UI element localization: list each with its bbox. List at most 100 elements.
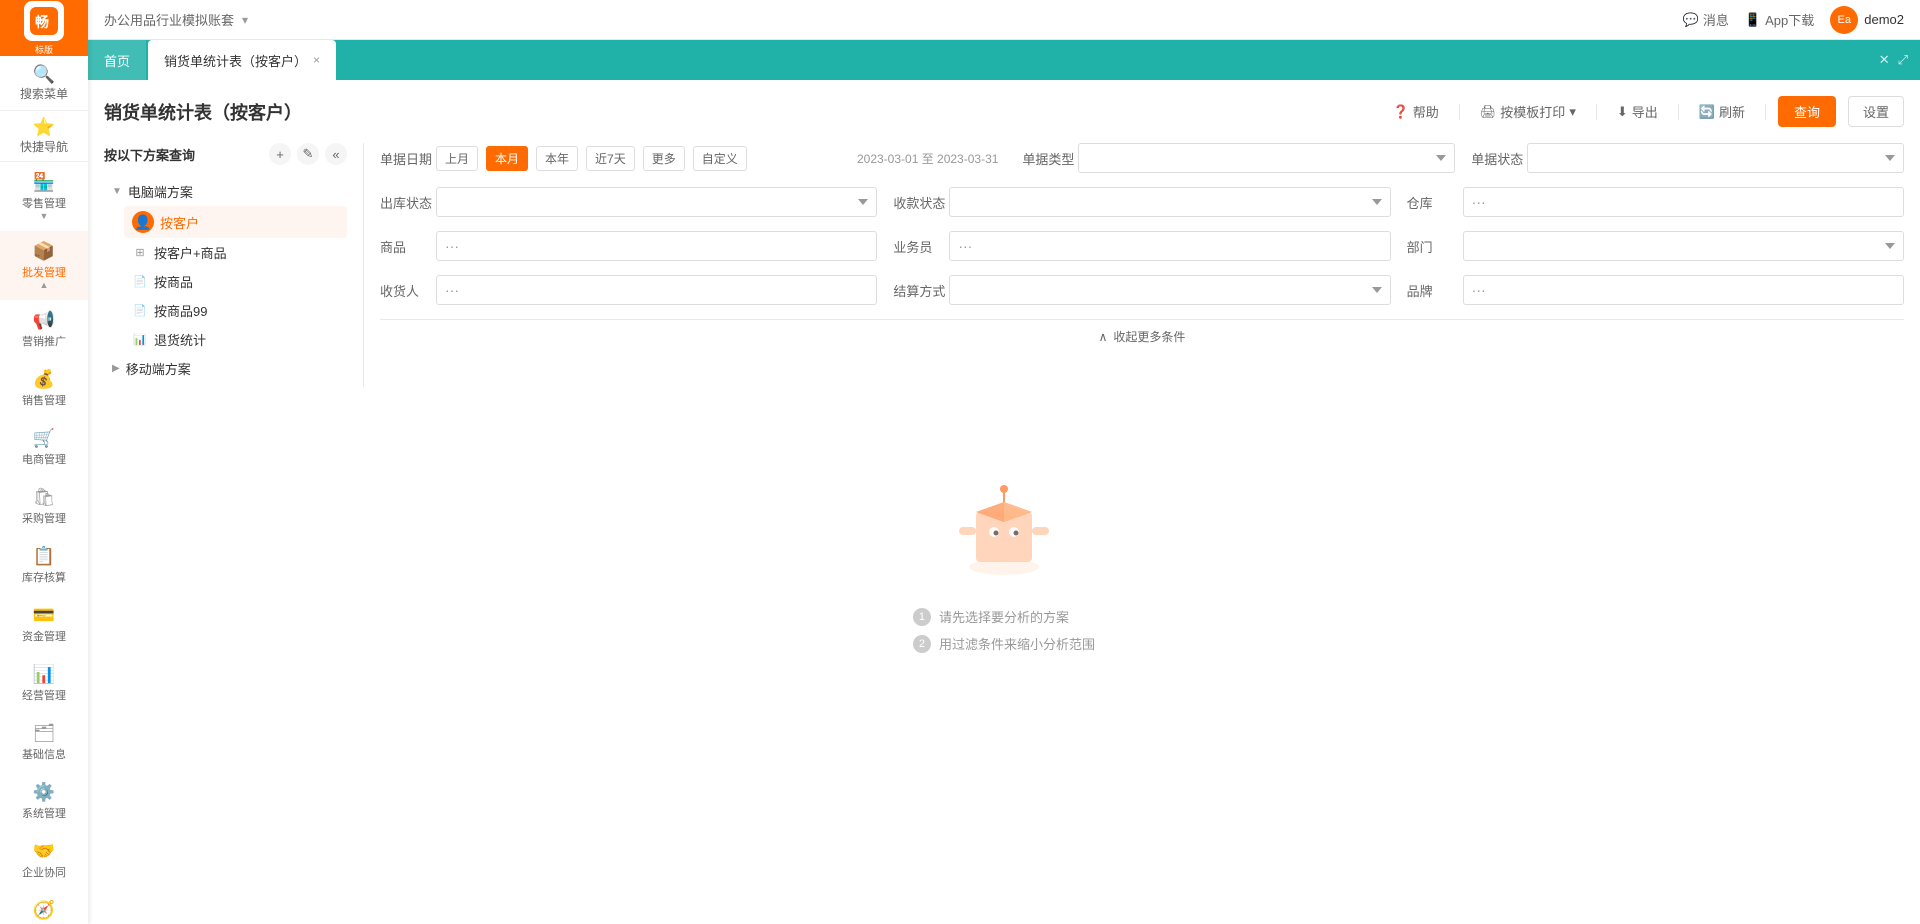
salesman-more-btn[interactable]: ··· bbox=[958, 238, 972, 254]
scheme-actions: + ✎ « bbox=[269, 143, 347, 165]
out-status-select[interactable] bbox=[436, 187, 877, 217]
basic-label: 基础信息 bbox=[22, 746, 66, 762]
sidebar-item-guide[interactable]: 🧭 新手引导 bbox=[0, 890, 88, 924]
settlement-select[interactable] bbox=[949, 275, 1390, 305]
purchase-icon: 🛍 bbox=[33, 487, 56, 508]
help-button[interactable]: ❓ 帮助 bbox=[1385, 98, 1447, 125]
enterprise-icon: 🤝 bbox=[33, 841, 55, 862]
marketing-icon: 📢 bbox=[33, 310, 55, 331]
collapse-up-icon: ∧ bbox=[1099, 330, 1108, 344]
sidebar-item-purchase[interactable]: 🛍 采购管理 bbox=[0, 477, 88, 536]
sidebar-item-retail[interactable]: 🏪 零售管理 ▼ bbox=[0, 162, 88, 231]
date-btn-more[interactable]: 更多 bbox=[643, 146, 685, 171]
order-status-control bbox=[1527, 143, 1904, 173]
tab-close-icon[interactable]: × bbox=[313, 53, 320, 67]
scheme-returns-label: 退货统计 bbox=[154, 330, 206, 349]
scheme-tree: ▼ 电脑端方案 👤 按客户 ⊞ 按客户+ bbox=[104, 173, 347, 387]
basic-icon: 🗂 bbox=[33, 723, 56, 744]
scheme-by-goods-label: 按商品 bbox=[154, 272, 193, 291]
message-button[interactable]: 💬 消息 bbox=[1683, 10, 1729, 29]
order-type-label: 单据类型 bbox=[1022, 149, 1078, 168]
quick-nav-item[interactable]: ⭐ 快捷导航 bbox=[0, 111, 88, 162]
refresh-button[interactable]: 🔄 刷新 bbox=[1691, 98, 1753, 125]
tab-sales-stats[interactable]: 销货单统计表（按客户） × bbox=[148, 40, 336, 80]
scheme-collapse-button[interactable]: « bbox=[325, 143, 347, 165]
sidebar-item-finance[interactable]: 💳 资金管理 bbox=[0, 595, 88, 654]
filter-warehouse-field: 仓库 ··· bbox=[1407, 187, 1904, 217]
tip-text-2: 用过滤条件来缩小分析范围 bbox=[939, 634, 1095, 653]
date-range-display: 2023-03-01 至 2023-03-31 bbox=[857, 152, 998, 166]
out-status-control bbox=[436, 187, 877, 217]
sidebar-item-system[interactable]: ⚙️ 系统管理 bbox=[0, 772, 88, 831]
scheme-panel: 按以下方案查询 + ✎ « ▼ 电脑端方案 bbox=[104, 143, 364, 387]
tree-mobile-label: 移动端方案 bbox=[126, 359, 191, 378]
scheme-item-returns[interactable]: 📊 退货统计 bbox=[124, 325, 347, 354]
date-label: 单据日期 bbox=[380, 149, 436, 168]
tree-mobile-parent[interactable]: ▶ 移动端方案 bbox=[104, 354, 347, 383]
query-button[interactable]: 查询 bbox=[1778, 96, 1836, 127]
filter-form: 单据日期 上月 本月 本年 近7天 更多 自定义 2023-03-0 bbox=[364, 143, 1904, 387]
date-btn-this-year[interactable]: 本年 bbox=[536, 146, 578, 171]
receipt-status-select[interactable] bbox=[949, 187, 1390, 217]
scheme-item-goods99[interactable]: 📄 按商品99 bbox=[124, 296, 347, 325]
date-btn-7days[interactable]: 近7天 bbox=[586, 146, 635, 171]
sidebar-item-inventory[interactable]: 📋 库存核算 bbox=[0, 536, 88, 595]
tip-num-2: 2 bbox=[913, 635, 931, 653]
user-profile[interactable]: Ea demo2 bbox=[1830, 6, 1904, 34]
tip-text-1: 请先选择要分析的方案 bbox=[939, 607, 1069, 626]
tree-desktop-parent[interactable]: ▼ 电脑端方案 bbox=[104, 177, 347, 206]
export-label: 导出 bbox=[1632, 102, 1658, 121]
header-dropdown-icon[interactable]: ▾ bbox=[242, 13, 248, 27]
print-icon: 🖨 bbox=[1480, 104, 1497, 120]
filter-container: 按以下方案查询 + ✎ « ▼ 电脑端方案 bbox=[104, 143, 1904, 387]
order-type-control bbox=[1078, 143, 1455, 173]
filter-out-status-field: 出库状态 bbox=[380, 187, 877, 217]
order-status-select[interactable] bbox=[1527, 143, 1904, 173]
settings-button[interactable]: 设置 bbox=[1848, 96, 1904, 127]
scheme-item-by-customer[interactable]: 👤 按客户 bbox=[124, 206, 347, 238]
sidebar-item-ecommerce[interactable]: 🛒 电商管理 bbox=[0, 418, 88, 477]
out-status-label: 出库状态 bbox=[380, 193, 436, 212]
date-btn-this-month[interactable]: 本月 bbox=[486, 146, 528, 171]
scheme-edit-button[interactable]: ✎ bbox=[297, 143, 319, 165]
filter-row-2: 出库状态 收款状态 仓库 bbox=[380, 187, 1904, 217]
sidebar-item-basic[interactable]: 🗂 基础信息 bbox=[0, 713, 88, 772]
search-nav-item[interactable]: 🔍 搜索菜单 bbox=[0, 56, 88, 111]
date-btn-custom[interactable]: 自定义 bbox=[693, 146, 747, 171]
app-download-button[interactable]: 📱 App下载 bbox=[1745, 10, 1814, 29]
message-label: 消息 bbox=[1703, 10, 1729, 29]
filter-order-status-field: 单据状态 bbox=[1471, 143, 1904, 173]
help-label: 帮助 bbox=[1413, 102, 1439, 121]
department-label: 部门 bbox=[1407, 237, 1463, 256]
download-icon: 📱 bbox=[1745, 12, 1761, 28]
export-button[interactable]: ⬇ 导出 bbox=[1609, 98, 1666, 125]
collapse-bar[interactable]: ∧ 收起更多条件 bbox=[380, 319, 1904, 353]
sidebar-item-operations[interactable]: 📊 经营管理 bbox=[0, 654, 88, 713]
print-button[interactable]: 🖨 按模板打印 ▾ bbox=[1472, 98, 1584, 125]
sidebar-item-enterprise[interactable]: 🤝 企业协同 bbox=[0, 831, 88, 890]
consignee-label: 收货人 bbox=[380, 281, 436, 300]
user-name-label: demo2 bbox=[1864, 12, 1904, 27]
scheme-item-by-goods[interactable]: 📄 按商品 bbox=[124, 267, 347, 296]
maximize-window-icon[interactable]: ⤢ bbox=[1898, 52, 1908, 68]
scheme-add-button[interactable]: + bbox=[269, 143, 291, 165]
date-btn-last-month[interactable]: 上月 bbox=[436, 146, 478, 171]
warehouse-more-btn[interactable]: ··· bbox=[1472, 194, 1486, 210]
sidebar-item-marketing[interactable]: 📢 营销推广 bbox=[0, 300, 88, 359]
tab-home[interactable]: 首页 bbox=[88, 40, 146, 80]
close-window-icon[interactable]: ✕ bbox=[1879, 52, 1890, 68]
scheme-chart-icon: 📊 bbox=[132, 332, 148, 348]
collapse-label: 收起更多条件 bbox=[1113, 328, 1185, 345]
order-type-select[interactable] bbox=[1078, 143, 1455, 173]
finance-label: 资金管理 bbox=[22, 628, 66, 644]
sidebar-item-sales[interactable]: 💰 销售管理 bbox=[0, 359, 88, 418]
department-select[interactable] bbox=[1463, 231, 1904, 261]
brand-more-btn[interactable]: ··· bbox=[1472, 282, 1486, 298]
sidebar-item-wholesale[interactable]: 📦 批发管理 ▲ bbox=[0, 231, 88, 300]
goods-more-btn[interactable]: ··· bbox=[445, 238, 459, 254]
scheme-item-customer-goods[interactable]: ⊞ 按客户+商品 bbox=[124, 238, 347, 267]
filter-goods-field: 商品 ··· bbox=[380, 231, 877, 261]
consignee-more-btn[interactable]: ··· bbox=[445, 282, 459, 298]
date-range-row: 上月 本月 本年 近7天 更多 自定义 bbox=[436, 146, 921, 171]
scheme-active-icon: 👤 bbox=[132, 211, 154, 233]
